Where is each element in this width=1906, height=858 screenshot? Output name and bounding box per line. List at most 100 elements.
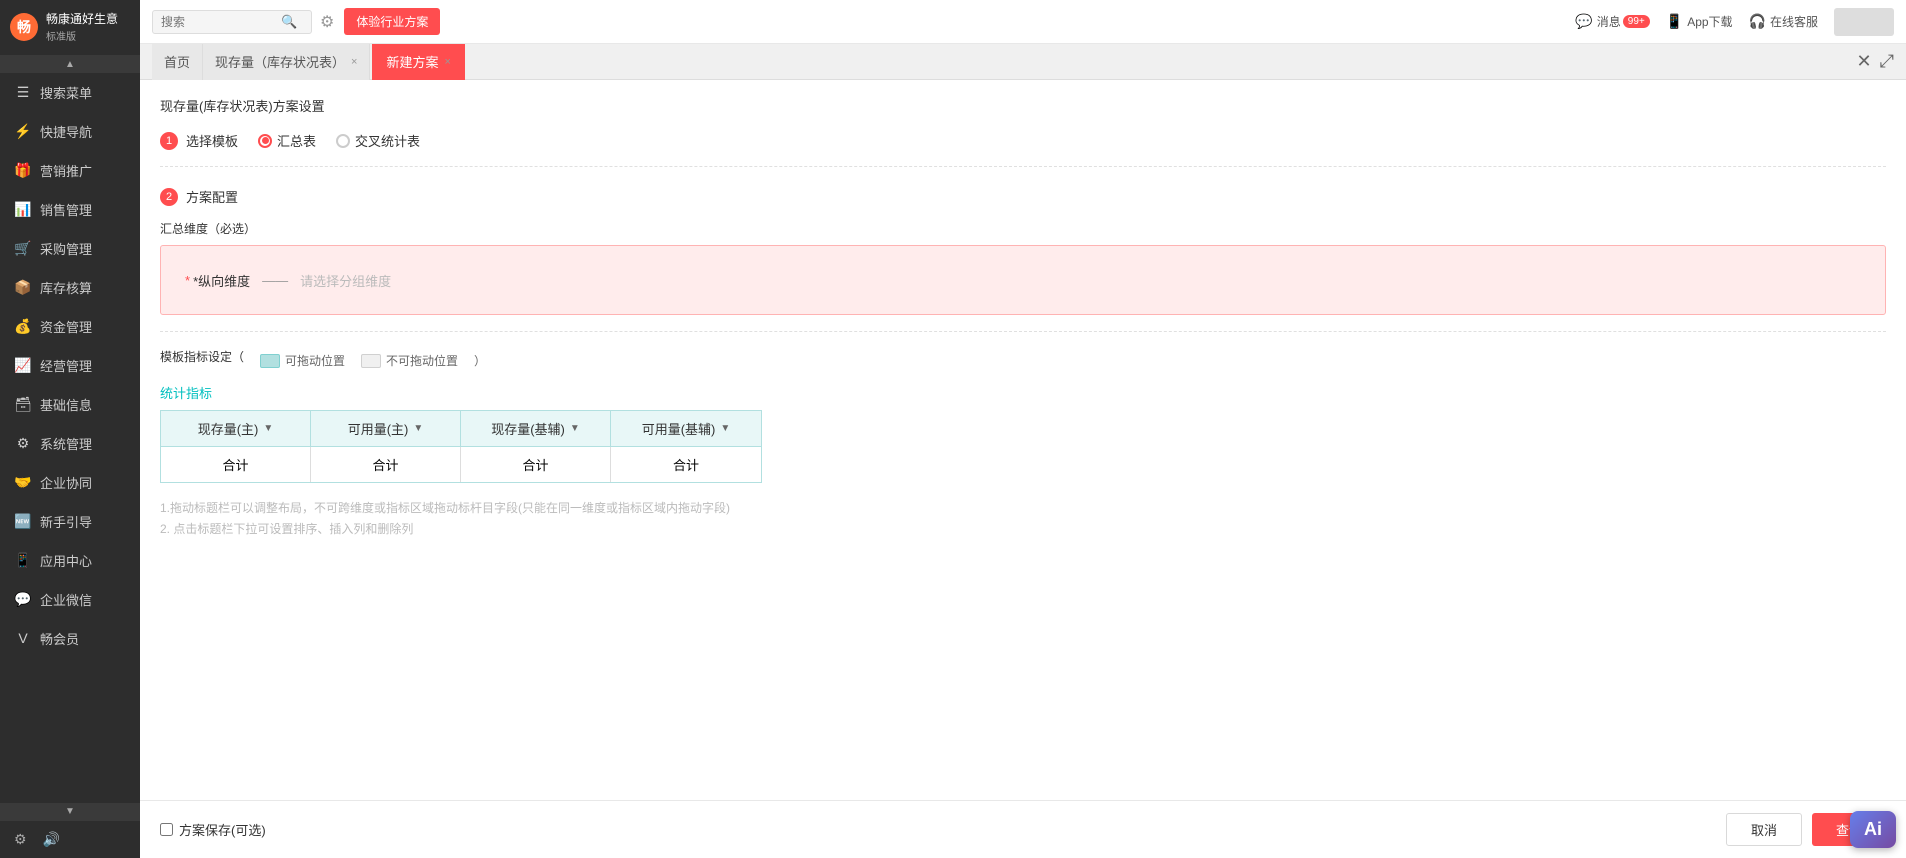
sidebar-icon-wechat: 💬 [14,591,32,608]
sidebar-item-wechat[interactable]: 💬企业微信 [0,580,140,619]
sidebar-item-finance[interactable]: 💰资金管理 [0,307,140,346]
tab-inventory-label: 现存量（库存状况表） [215,52,345,71]
topbar-left: 🔍 ⚙ 体验行业方案 [152,8,1575,35]
sidebar-label-search-menu: 搜索菜单 [40,83,92,102]
sidebar-label-basic-info: 基础信息 [40,395,92,414]
settings-icon[interactable]: ⚙ [14,831,27,848]
legend-fixed-box [361,354,381,368]
radio-summary[interactable]: 汇总表 [258,131,316,150]
sidebar-icon-system: ⚙ [14,435,32,452]
sidebar-icon-finance: 💰 [14,318,32,335]
stats-header-1[interactable]: 可用量(主)▼ [311,411,461,447]
customer-service-item[interactable]: 🎧 在线客服 [1749,13,1818,30]
sidebar-footer: ⚙ 🔊 [0,820,140,858]
template-row: 汇总表 交叉统计表 [258,131,420,150]
legend-fixed: 不可拖动位置 [361,352,458,369]
metrics-label-text: 模板指标设定（ [160,348,244,365]
trial-btn[interactable]: 体验行业方案 [344,8,440,35]
save-checkbox[interactable] [160,823,173,836]
page-content: 现存量(库存状况表)方案设置 1 选择模板 汇总表 [140,80,1906,858]
sidebar-item-search-menu[interactable]: ☰ 搜索菜单 [0,73,140,112]
stats-aggregate-1: 合计 [372,455,398,474]
sidebar-label-purchase: 采购管理 [40,239,92,258]
tab-home-label: 首页 [164,52,190,71]
section-1-header: 1 选择模板 汇总表 交叉统计表 [160,131,1886,150]
stats-aggregate-3: 合计 [673,455,699,474]
panel-expand-icon[interactable]: ⤢ [1880,51,1894,72]
stats-header-0[interactable]: 现存量(主)▼ [161,411,311,447]
ai-badge[interactable]: Ai [1850,811,1896,848]
metrics-legend: 模板指标设定（ 可拖动位置 不可拖动位置 ） [160,348,1886,373]
stats-col-label-2: 现存量(基辅) [491,419,565,438]
search-box[interactable]: 🔍 [152,10,312,34]
tab-new-plan-close[interactable]: × [444,56,450,68]
sidebar-icon-quick-nav: ⚡ [14,123,32,140]
cancel-button[interactable]: 取消 [1726,813,1802,846]
search-icon: 🔍 [281,14,297,30]
sidebar-label-sales: 销售管理 [40,200,92,219]
app-download-item[interactable]: 📱 App下载 [1666,13,1733,30]
sidebar-icon-app-center: 📱 [14,552,32,569]
stats-header-2[interactable]: 现存量(基辅)▼ [461,411,611,447]
section-2: 2 方案配置 汇总维度（必选） * *纵向维度 —— 请选择分组维度 [160,187,1886,537]
panel-close-icon[interactable]: ✕ [1857,51,1872,72]
metrics-close-paren: ） [474,352,486,369]
sidebar-item-basic-info[interactable]: 🗃基础信息 [0,385,140,424]
sidebar-label-enterprise: 企业协同 [40,473,92,492]
sidebar-label-inventory: 库存核算 [40,278,92,297]
speaker-icon[interactable]: 🔊 [43,831,60,848]
topbar-gear-icon[interactable]: ⚙ [320,12,334,32]
sidebar-label-app-center: 应用中心 [40,551,92,570]
sidebar-item-purchase[interactable]: 🛒 采购管理 [0,229,140,268]
sidebar-item-marketing[interactable]: 🎁营销推广 [0,151,140,190]
sidebar-item-quick-nav[interactable]: ⚡ 快捷导航 [0,112,140,151]
sidebar-scroll-down[interactable]: ▼ [0,803,140,820]
search-input[interactable] [161,15,281,29]
phone-icon: 📱 [1666,13,1683,30]
sidebar-item-enterprise[interactable]: 🤝企业协同 [0,463,140,502]
app-download-label: App下载 [1687,13,1732,30]
sidebar-scroll-up[interactable]: ▲ [0,56,140,73]
sidebar-label-member: 畅会员 [40,629,79,648]
user-avatar[interactable] [1834,8,1894,36]
logo-sub: 标准版 [46,28,118,43]
stats-title: 统计指标 [160,383,1886,402]
dim-placeholder[interactable]: 请选择分组维度 [300,271,391,290]
sidebar-item-sales[interactable]: 📊销售管理 [0,190,140,229]
legend-draggable-label: 可拖动位置 [285,352,345,369]
tab-home[interactable]: 首页 [152,44,203,80]
dim-dash: —— [262,273,288,288]
sidebar-icon-search-menu: ☰ [14,84,32,101]
tab-new-plan[interactable]: 新建方案 × [372,44,464,80]
sidebar-label-marketing: 营销推广 [40,161,92,180]
stats-header-3[interactable]: 可用量(基辅)▼ [611,411,761,447]
tip-1: 1.拖动标题栏可以调整布局，不可跨维度或指标区域拖动标杆目字段(只能在同一维度或… [160,499,1886,516]
messages-label: 消息 [1597,13,1621,30]
tab-inventory-close[interactable]: × [351,56,357,68]
sidebar-item-system[interactable]: ⚙系统管理 [0,424,140,463]
sidebar-item-operations[interactable]: 📈经营管理 [0,346,140,385]
sidebar-item-guide[interactable]: 🆕新手引导 [0,502,140,541]
sidebar-nav: ☰ 搜索菜单 ⚡ 快捷导航 🎁营销推广📊销售管理 🛒 采购管理 📦库存核算💰资金管理📈经营管理… [0,73,140,803]
messages-item[interactable]: 💬 消息 99+ [1575,13,1649,30]
radio-summary-circle [258,134,272,148]
sidebar-icon-purchase: 🛒 [14,240,32,257]
page-title: 现存量(库存状况表)方案设置 [160,96,1886,115]
message-icon: 💬 [1575,13,1592,30]
topbar: 🔍 ⚙ 体验行业方案 💬 消息 99+ 📱 App下载 🎧 在线客服 [140,0,1906,44]
stats-cell-1: 合计 [311,447,461,482]
section-2-divider [160,331,1886,332]
sidebar-item-member[interactable]: V 畅会员 [0,619,140,658]
radio-cross[interactable]: 交叉统计表 [336,131,420,150]
sidebar-icon-member: V [14,630,32,646]
radio-summary-label: 汇总表 [277,131,316,150]
stats-aggregate-2: 合计 [522,455,548,474]
messages-badge: 99+ [1623,15,1650,28]
sidebar-item-app-center[interactable]: 📱 应用中心 [0,541,140,580]
tip-2: 2. 点击标题栏下拉可设置排序、插入列和删除列 [160,520,1886,537]
logo-icon: 畅 [10,13,38,41]
sidebar-label-quick-nav: 快捷导航 [40,122,92,141]
tab-inventory[interactable]: 现存量（库存状况表） × [203,44,370,80]
sidebar-item-inventory[interactable]: 📦库存核算 [0,268,140,307]
stats-header-row: 现存量(主)▼可用量(主)▼现存量(基辅)▼可用量(基辅)▼ [161,411,761,447]
